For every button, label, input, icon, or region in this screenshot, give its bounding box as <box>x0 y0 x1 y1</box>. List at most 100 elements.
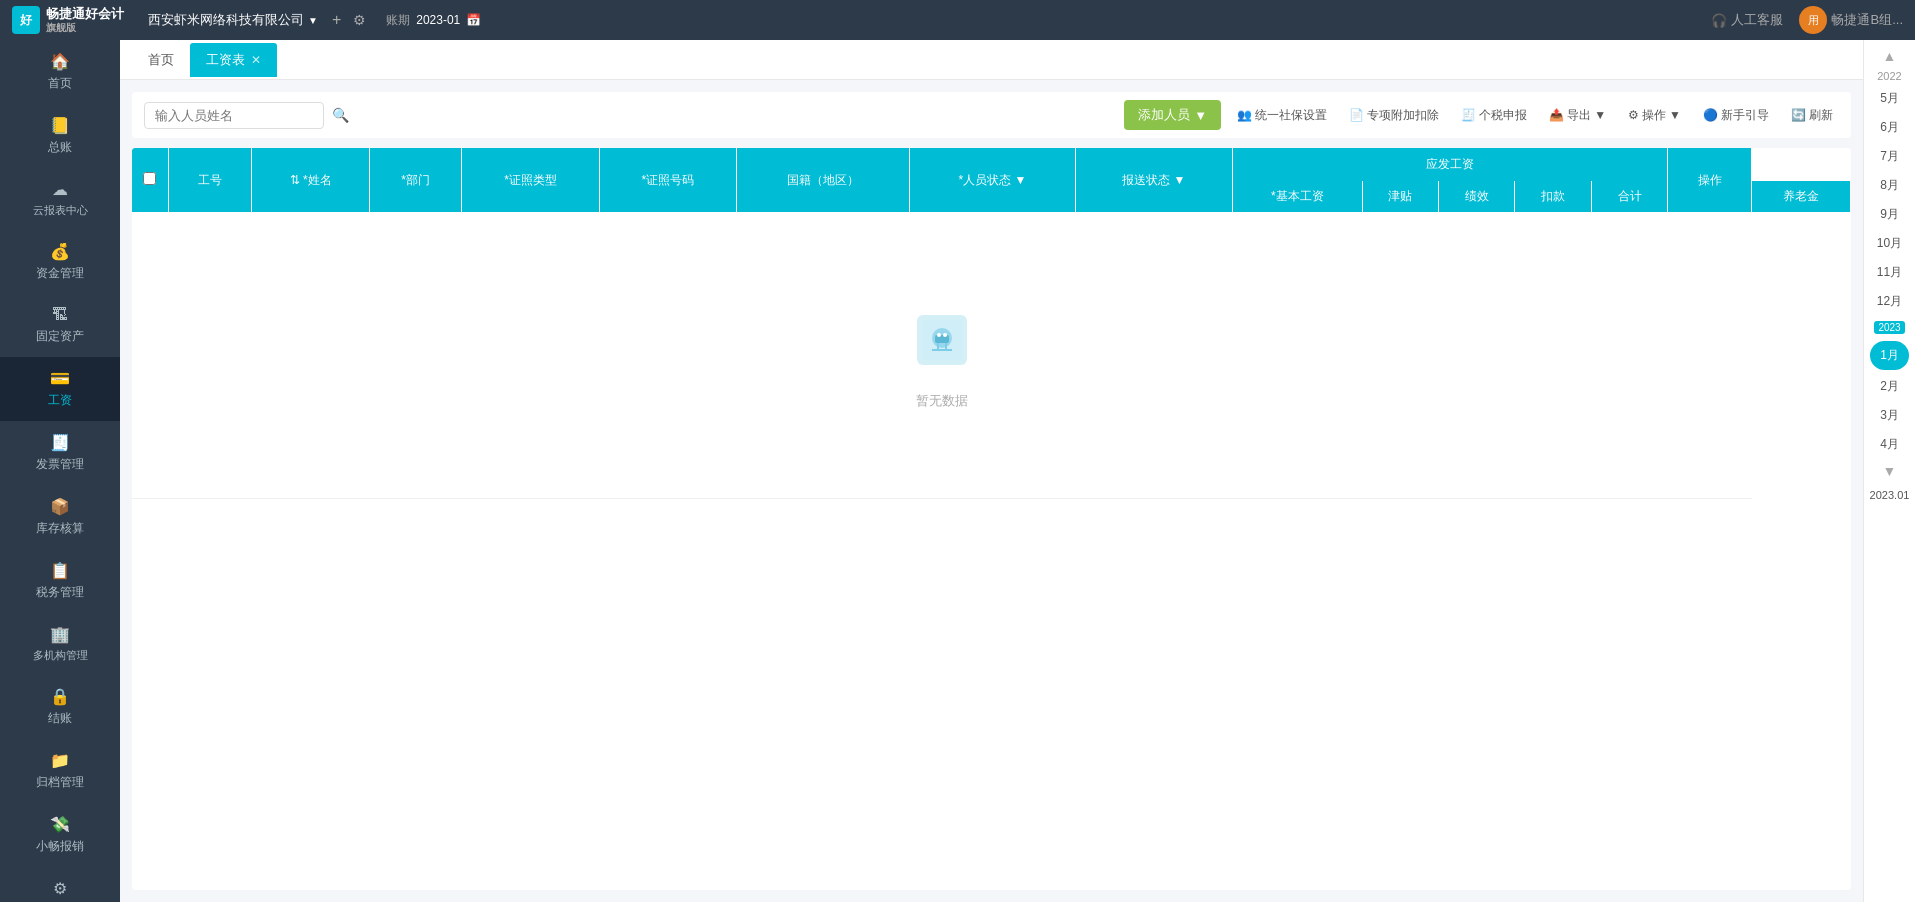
invoice-icon: 🧾 <box>50 433 70 452</box>
tab-bar: 首页 工资表 ✕ <box>120 40 1863 80</box>
toolbar-right: 添加人员 ▼ 👥 统一社保设置 📄 专项附加扣除 🧾 个税申报 <box>1124 100 1839 130</box>
sidebar-item-report[interactable]: ☁ 云报表中心 <box>0 168 120 230</box>
export-button[interactable]: 📤 导出 ▼ <box>1543 103 1612 128</box>
header-left: 好 畅捷通好会计 旗舰版 西安虾米网络科技有限公司 ▼ + ⚙ 账期 2023-… <box>12 6 481 34</box>
sidebar-item-archive[interactable]: 📁 归档管理 <box>0 739 120 803</box>
export-dropdown-icon: ▼ <box>1594 108 1606 122</box>
tab-salary-table[interactable]: 工资表 ✕ <box>190 43 277 77</box>
th-status: *人员状态 ▼ <box>910 148 1076 212</box>
add-person-button[interactable]: 添加人员 ▼ <box>1124 100 1221 130</box>
month-2023-03[interactable]: 3月 <box>1864 401 1915 430</box>
status-filter-icon[interactable]: ▼ <box>1015 173 1027 187</box>
user-name-text: 畅捷通B组... <box>1831 11 1903 29</box>
table-container: 工号 ⇅ *姓名 *部门 *证照类型 *证照号码 国籍（地区） *人员状态 ▼ <box>132 148 1851 890</box>
sidebar-item-expense[interactable]: 💸 小畅报销 <box>0 803 120 867</box>
company-name: 西安虾米网络科技有限公司 <box>148 11 304 29</box>
th-base-salary: *基本工资 <box>1232 181 1362 212</box>
period-info: 账期 2023-01 📅 <box>386 12 481 29</box>
sidebar-item-label-expense: 小畅报销 <box>36 838 84 855</box>
month-2023-01[interactable]: 1月 <box>1870 341 1909 370</box>
th-id-no: *证照号码 <box>599 148 736 212</box>
month-2022-07[interactable]: 7月 <box>1864 142 1915 171</box>
asset-icon: 🏗 <box>52 306 68 324</box>
settings-sidebar-icon: ⚙ <box>53 879 67 898</box>
empty-state-cell: 暂无数据 <box>132 212 1752 499</box>
current-period-display: 2023.01 <box>1870 487 1910 503</box>
search-input[interactable] <box>144 102 324 129</box>
expense-icon: 💸 <box>50 815 70 834</box>
sidebar-item-asset[interactable]: 🏗 固定资产 <box>0 294 120 357</box>
home-icon: 🏠 <box>50 52 70 71</box>
month-2022-09[interactable]: 9月 <box>1864 200 1915 229</box>
sidebar-item-close[interactable]: 🔒 结账 <box>0 675 120 739</box>
sidebar-item-settings[interactable]: ⚙ 基础设置 <box>0 867 120 902</box>
sidebar-item-label-tax: 税务管理 <box>36 584 84 601</box>
th-deduction: 扣款 <box>1515 181 1591 212</box>
social-security-button[interactable]: 👥 统一社保设置 <box>1231 103 1333 128</box>
sidebar-item-inventory[interactable]: 📦 库存核算 <box>0 485 120 549</box>
month-2022-06[interactable]: 6月 <box>1864 113 1915 142</box>
add-dropdown-icon: ▼ <box>1194 108 1207 123</box>
data-table: 工号 ⇅ *姓名 *部门 *证照类型 *证照号码 国籍（地区） *人员状态 ▼ <box>132 148 1851 499</box>
month-2023-02[interactable]: 2月 <box>1864 372 1915 401</box>
add-company-icon[interactable]: + <box>332 11 341 29</box>
sidebar-item-label-home: 首页 <box>48 75 72 92</box>
special-deduct-button[interactable]: 📄 专项附加扣除 <box>1343 103 1445 128</box>
date-nav-down[interactable]: ▼ <box>1879 459 1901 483</box>
month-2023-04[interactable]: 4月 <box>1864 430 1915 459</box>
date-nav-up[interactable]: ▲ <box>1879 44 1901 68</box>
company-selector[interactable]: 西安虾米网络科技有限公司 ▼ <box>148 11 318 29</box>
headset-icon: 🎧 <box>1711 13 1727 28</box>
settings-icon[interactable]: ⚙ <box>353 12 366 28</box>
th-checkbox[interactable] <box>132 148 168 212</box>
th-subsidy: 津贴 <box>1362 181 1438 212</box>
sidebar-item-label-report: 云报表中心 <box>33 203 88 218</box>
content-area: 首页 工资表 ✕ 🔍 添加人员 ▼ <box>120 40 1863 902</box>
fund-icon: 💰 <box>50 242 70 261</box>
header-right: 🎧 人工客服 用 畅捷通B组... <box>1711 6 1903 34</box>
th-dept: *部门 <box>369 148 462 212</box>
operation-button[interactable]: ⚙ 操作 ▼ <box>1622 103 1687 128</box>
calendar-icon[interactable]: 📅 <box>466 13 481 27</box>
month-2022-05[interactable]: 5月 <box>1864 84 1915 113</box>
sidebar-item-multi[interactable]: 🏢 多机构管理 <box>0 613 120 675</box>
operation-label: 操作 <box>1642 107 1666 124</box>
tab-close-icon[interactable]: ✕ <box>251 53 261 67</box>
th-pension: 养老金 <box>1752 181 1851 212</box>
sidebar-item-ledger[interactable]: 📒 总账 <box>0 104 120 168</box>
sidebar-item-home[interactable]: 🏠 首页 <box>0 40 120 104</box>
operation-icon: ⚙ <box>1628 108 1639 122</box>
empty-text: 暂无数据 <box>916 392 968 410</box>
user-info[interactable]: 用 畅捷通B组... <box>1799 6 1903 34</box>
multi-icon: 🏢 <box>50 625 70 644</box>
refresh-button[interactable]: 🔄 刷新 <box>1785 103 1839 128</box>
sidebar-item-label-salary: 工资 <box>48 392 72 409</box>
guide-button[interactable]: 🔵 新手引导 <box>1697 103 1775 128</box>
ledger-icon: 📒 <box>50 116 70 135</box>
logo-area: 好 畅捷通好会计 旗舰版 <box>12 6 124 34</box>
refresh-label: 刷新 <box>1809 107 1833 124</box>
sidebar-item-tax[interactable]: 📋 税务管理 <box>0 549 120 613</box>
tax-report-button[interactable]: 🧾 个税申报 <box>1455 103 1533 128</box>
tax-report-icon: 🧾 <box>1461 108 1476 122</box>
th-name: ⇅ *姓名 <box>252 148 369 212</box>
report-filter-icon[interactable]: ▼ <box>1174 173 1186 187</box>
month-2022-11[interactable]: 11月 <box>1864 258 1915 287</box>
close-icon: 🔒 <box>50 687 70 706</box>
sidebar-item-label-close: 结账 <box>48 710 72 727</box>
user-service[interactable]: 🎧 人工客服 <box>1711 11 1783 29</box>
th-performance: 绩效 <box>1439 181 1515 212</box>
sidebar-item-fund[interactable]: 💰 资金管理 <box>0 230 120 294</box>
year-2022-label: 2022 <box>1877 68 1901 84</box>
select-all-checkbox[interactable] <box>143 172 156 185</box>
month-2022-12[interactable]: 12月 <box>1864 287 1915 316</box>
toolbar-left: 🔍 <box>144 102 349 129</box>
sidebar-item-salary[interactable]: 💳 工资 <box>0 357 120 421</box>
tab-home[interactable]: 首页 <box>132 43 190 77</box>
th-total: 合计 <box>1591 181 1667 212</box>
sidebar-item-invoice[interactable]: 🧾 发票管理 <box>0 421 120 485</box>
app-edition: 旗舰版 <box>46 22 124 34</box>
month-2022-08[interactable]: 8月 <box>1864 171 1915 200</box>
month-2022-10[interactable]: 10月 <box>1864 229 1915 258</box>
empty-icon <box>902 300 982 380</box>
